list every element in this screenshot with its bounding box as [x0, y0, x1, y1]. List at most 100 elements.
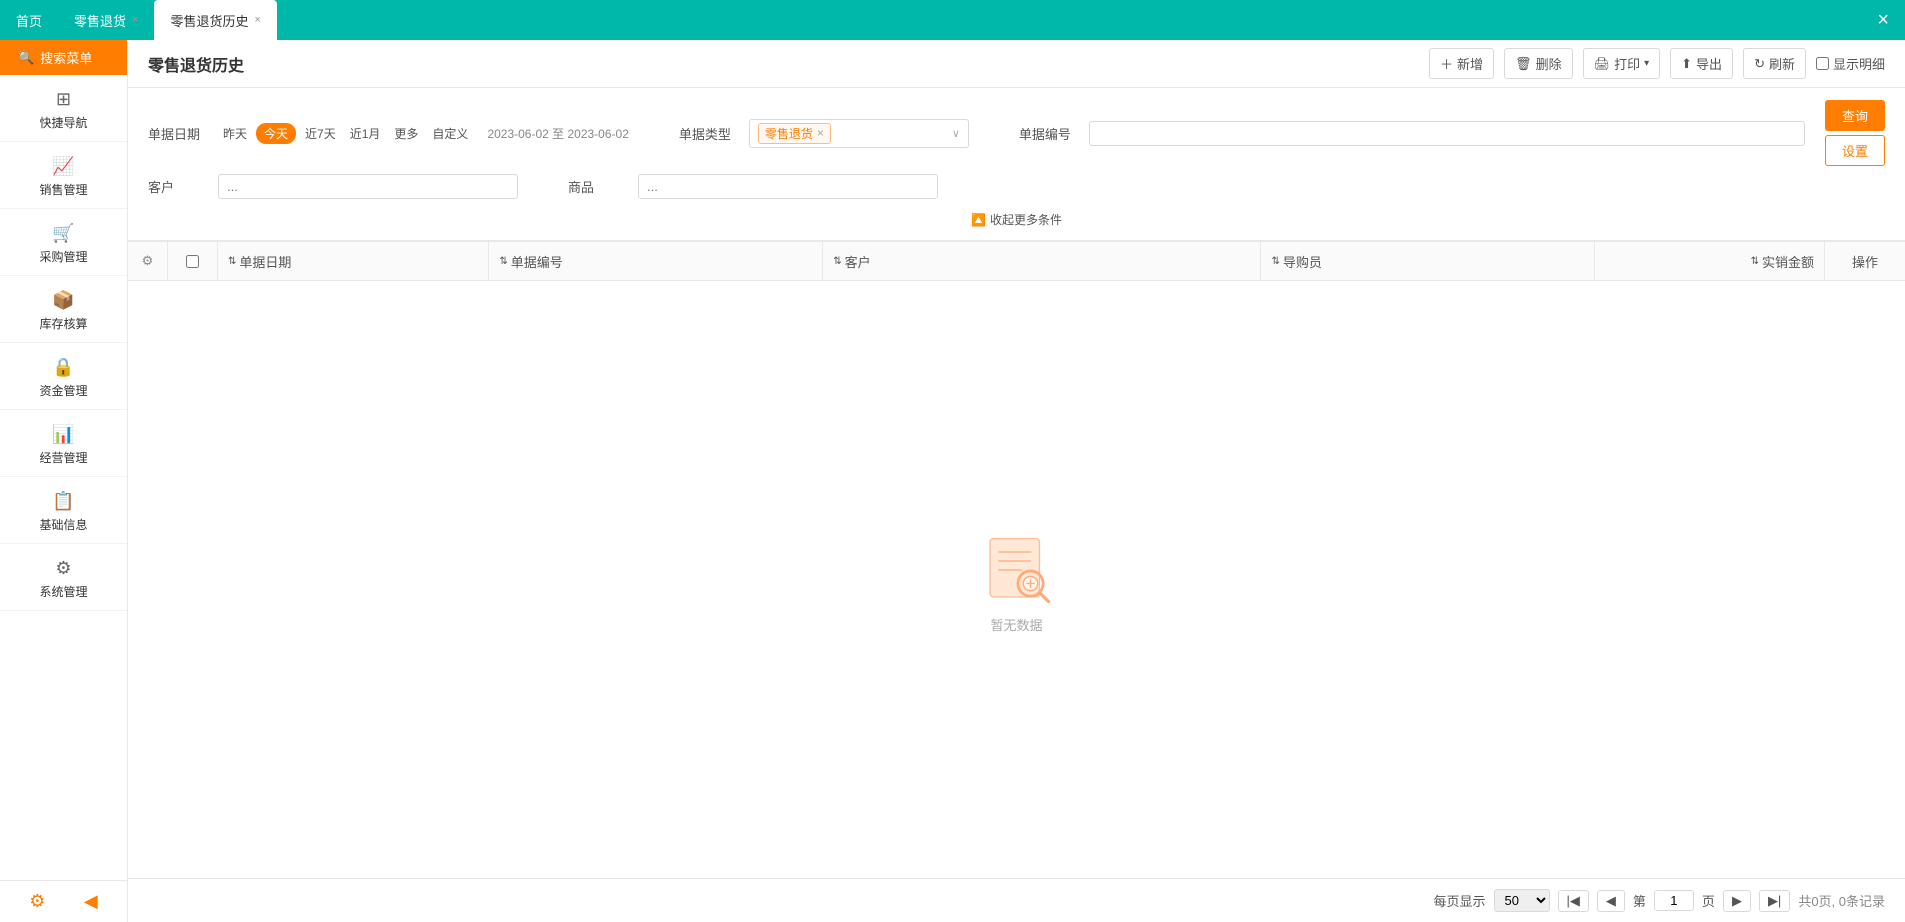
window-close-button[interactable]: ×: [1861, 0, 1905, 40]
sidebar-item-purchase-mgmt[interactable]: 🛒 采购管理: [0, 209, 127, 276]
set-button[interactable]: 设置: [1825, 135, 1885, 166]
date-opt-7days[interactable]: 近7天: [300, 123, 341, 144]
print-chevron-icon: ▾: [1644, 58, 1649, 69]
sidebar-item-operations[interactable]: 📊 经营管理: [0, 410, 127, 477]
date-opt-today[interactable]: 今天: [256, 123, 296, 144]
bill-type-remove-icon[interactable]: ×: [817, 126, 824, 140]
sidebar-item-quick-nav[interactable]: ⊞ 快捷导航: [0, 75, 127, 142]
date-opt-yesterday[interactable]: 昨天: [218, 123, 252, 144]
empty-state: 暂无数据: [128, 281, 1905, 878]
delete-label: 删除: [1536, 54, 1562, 73]
main-layout: 🔍 搜索菜单 ⊞ 快捷导航 📈 销售管理 🛒 采购管理 📦 库存核算 🔒 资金管…: [0, 40, 1905, 922]
basic-info-icon: 📋: [52, 491, 74, 512]
add-icon: ＋: [1440, 54, 1453, 73]
sidebar-item-sales-mgmt-label: 销售管理: [39, 181, 87, 198]
search-icon: 🔍: [18, 50, 34, 66]
date-opt-more[interactable]: 更多: [389, 123, 423, 144]
th-bill-no: ⇅ 单据编号: [489, 242, 823, 280]
query-button[interactable]: 查询: [1825, 100, 1885, 131]
sidebar-search-label: 搜索菜单: [40, 48, 92, 67]
sidebar-item-system-mgmt-label: 系统管理: [39, 583, 87, 600]
sort-icon-bill-date[interactable]: ⇅: [228, 256, 236, 267]
sidebar-item-inventory[interactable]: 📦 库存核算: [0, 276, 127, 343]
display-detail-label: 显示明细: [1833, 54, 1885, 73]
pagination: 每页显示 50 10 20 100 |◀ ◀ 第 页 ▶ ▶| 共0页, 0条记…: [128, 878, 1905, 922]
collapse-bar[interactable]: 🔼 收起更多条件: [148, 207, 1885, 232]
system-mgmt-icon: ⚙: [55, 558, 71, 579]
refresh-label: 刷新: [1769, 54, 1795, 73]
sidebar-item-basic-info[interactable]: 📋 基础信息: [0, 477, 127, 544]
prev-page-button[interactable]: ◀: [1597, 890, 1625, 912]
sort-icon-guide[interactable]: ⇅: [1271, 256, 1279, 267]
print-label: 打印: [1614, 54, 1640, 73]
date-opt-custom[interactable]: 自定义: [427, 123, 473, 144]
goods-input[interactable]: [638, 174, 938, 199]
sort-icon-amount[interactable]: ⇅: [1751, 256, 1759, 267]
date-filter-label: 单据日期: [148, 124, 208, 143]
sidebar: 🔍 搜索菜单 ⊞ 快捷导航 📈 销售管理 🛒 采购管理 📦 库存核算 🔒 资金管…: [0, 40, 128, 922]
th-action: 操作: [1825, 242, 1905, 280]
sidebar-item-finance[interactable]: 🔒 资金管理: [0, 343, 127, 410]
inventory-icon: 📦: [52, 290, 74, 311]
th-amount-label: 实销金额: [1762, 252, 1814, 271]
sidebar-item-operations-label: 经营管理: [39, 449, 87, 466]
tab-retail-return-close[interactable]: ×: [132, 14, 138, 26]
select-all-checkbox[interactable]: [186, 255, 199, 268]
sidebar-item-basic-info-label: 基础信息: [39, 516, 87, 533]
th-setting[interactable]: ⚙: [128, 242, 168, 280]
bill-type-select[interactable]: 零售退货 × ∨: [749, 119, 969, 148]
page-number-input[interactable]: [1654, 890, 1694, 911]
export-icon: ⬆: [1681, 56, 1692, 72]
bill-no-label: 单据编号: [1019, 124, 1079, 143]
main-content: 零售退货历史 ＋ 新增 🗑 删除 🖨 打印 ▾ ⬆ 导出: [128, 40, 1905, 922]
display-detail-toggle[interactable]: 显示明细: [1816, 54, 1885, 73]
empty-icon: [972, 525, 1062, 615]
next-page-button[interactable]: ▶: [1723, 890, 1751, 912]
delete-icon: 🗑: [1515, 56, 1532, 72]
tab-bar: 首页 零售退货 × 零售退货历史 ×: [0, 0, 1861, 40]
date-options: 昨天 今天 近7天 近1月 更多 自定义: [218, 123, 473, 144]
date-opt-1month[interactable]: 近1月: [345, 123, 386, 144]
delete-button[interactable]: 🗑 删除: [1504, 48, 1573, 79]
collapse-sidebar-icon[interactable]: ◀: [84, 891, 98, 912]
print-button[interactable]: 🖨 打印 ▾: [1583, 48, 1661, 79]
bill-no-input[interactable]: [1089, 121, 1805, 146]
table-area: ⚙ ⇅ 单据日期 ⇅ 单据编号 ⇅ 客户 ⇅: [128, 241, 1905, 878]
tab-retail-return-label: 零售退货: [74, 11, 126, 30]
sort-icon-bill-no[interactable]: ⇅: [499, 256, 507, 267]
tab-retail-return-history-close[interactable]: ×: [254, 14, 260, 26]
purchase-mgmt-icon: 🛒: [52, 223, 74, 244]
th-guide-label: 导购员: [1283, 252, 1322, 271]
last-page-button[interactable]: ▶|: [1759, 890, 1790, 912]
tab-retail-return-history[interactable]: 零售退货历史 ×: [154, 0, 276, 40]
finance-icon: 🔒: [52, 357, 74, 378]
setting-icon: ⚙: [142, 253, 154, 269]
tab-home[interactable]: 首页: [0, 0, 58, 40]
export-button[interactable]: ⬆ 导出: [1670, 48, 1733, 79]
sort-icon-customer[interactable]: ⇅: [833, 256, 841, 267]
refresh-button[interactable]: ↻ 刷新: [1743, 48, 1806, 79]
settings-bottom-icon[interactable]: ⚙: [29, 891, 45, 912]
th-bill-date: ⇅ 单据日期: [218, 242, 489, 280]
th-action-label: 操作: [1852, 252, 1878, 271]
sidebar-search[interactable]: 🔍 搜索菜单: [0, 40, 127, 75]
quick-nav-icon: ⊞: [56, 89, 71, 110]
sidebar-bottom: ⚙ ◀: [0, 880, 127, 922]
table-header: ⚙ ⇅ 单据日期 ⇅ 单据编号 ⇅ 客户 ⇅: [128, 241, 1905, 281]
sidebar-item-sales-mgmt[interactable]: 📈 销售管理: [0, 142, 127, 209]
date-range-text: 2023-06-02 至 2023-06-02: [487, 125, 628, 142]
display-detail-checkbox[interactable]: [1816, 57, 1829, 70]
sidebar-item-inventory-label: 库存核算: [39, 315, 87, 332]
refresh-icon: ↻: [1754, 56, 1765, 72]
th-checkbox[interactable]: [168, 242, 218, 280]
first-page-button[interactable]: |◀: [1558, 890, 1589, 912]
page-unit: 页: [1702, 891, 1715, 910]
per-page-label: 每页显示: [1434, 891, 1486, 910]
sidebar-item-system-mgmt[interactable]: ⚙ 系统管理: [0, 544, 127, 611]
add-button[interactable]: ＋ 新增: [1429, 48, 1494, 79]
add-label: 新增: [1457, 54, 1483, 73]
tab-retail-return[interactable]: 零售退货 ×: [58, 0, 154, 40]
customer-input[interactable]: [218, 174, 518, 199]
goods-filter-label: 商品: [568, 177, 628, 196]
per-page-select[interactable]: 50 10 20 100: [1494, 889, 1550, 912]
